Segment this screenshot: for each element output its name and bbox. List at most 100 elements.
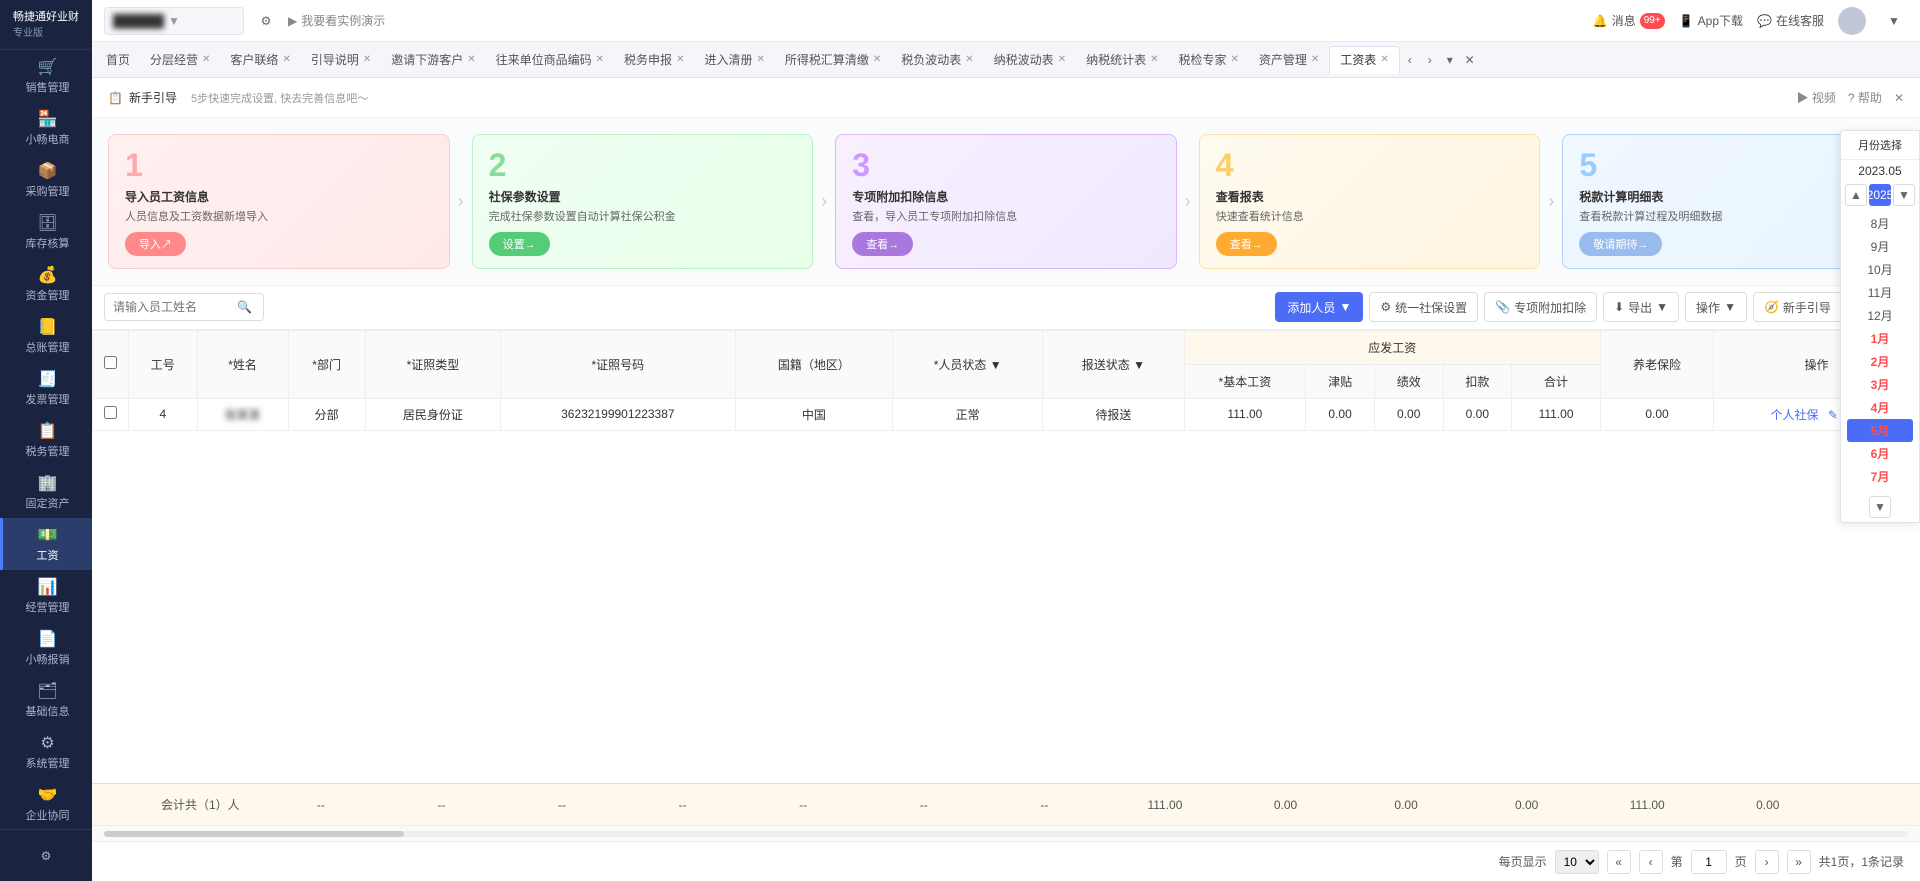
send-status-filter-icon[interactable]: ▼ bbox=[1133, 358, 1145, 372]
tab-invite[interactable]: 邀请下游客户✕ bbox=[381, 46, 485, 74]
tab-income-tax[interactable]: 所得税汇算清缴✕ bbox=[775, 46, 891, 74]
tab-asset-mgmt[interactable]: 资产管理✕ bbox=[1249, 46, 1329, 74]
month-nav-up[interactable]: ▲ bbox=[1845, 184, 1867, 206]
month-9[interactable]: 9月 bbox=[1847, 235, 1913, 258]
month-3[interactable]: 3月 bbox=[1847, 373, 1913, 396]
tab-goods-code-close[interactable]: ✕ bbox=[596, 54, 604, 65]
demo-link[interactable]: ▶ 我要看实例演示 bbox=[288, 12, 385, 29]
tab-register[interactable]: 进入清册✕ bbox=[694, 46, 774, 74]
tab-guide-intro-close[interactable]: ✕ bbox=[363, 54, 371, 65]
tab-register-close[interactable]: ✕ bbox=[756, 54, 764, 65]
tab-goods-code[interactable]: 往来单位商品编码✕ bbox=[486, 46, 614, 74]
tab-contact[interactable]: 客户联络✕ bbox=[220, 46, 300, 74]
sidebar-item-system[interactable]: ⚙系统管理 bbox=[0, 726, 92, 778]
tab-menu-btn[interactable]: ▾ bbox=[1440, 46, 1460, 74]
horizontal-scrollbar[interactable] bbox=[92, 825, 1920, 841]
sidebar-item-assets[interactable]: 🏢固定资产 bbox=[0, 466, 92, 518]
guide-close-btn[interactable]: ✕ bbox=[1894, 91, 1904, 105]
export-dropdown-icon[interactable]: ▼ bbox=[1656, 300, 1668, 314]
operate-btn[interactable]: 操作 ▼ bbox=[1685, 292, 1747, 322]
tab-tax-stats[interactable]: 纳税统计表✕ bbox=[1076, 46, 1168, 74]
tab-tax-expert-close[interactable]: ✕ bbox=[1231, 54, 1239, 65]
tab-tax-report[interactable]: 税务申报✕ bbox=[614, 46, 694, 74]
user-menu-btn[interactable]: ▼ bbox=[1880, 7, 1908, 35]
search-icon[interactable]: 🔍 bbox=[237, 300, 252, 314]
sidebar-item-ledger[interactable]: 📒总账管理 bbox=[0, 310, 92, 362]
sidebar-item-sales[interactable]: 🛒销售管理 bbox=[0, 50, 92, 102]
tab-layered[interactable]: 分层经营✕ bbox=[140, 46, 220, 74]
search-input[interactable] bbox=[113, 300, 233, 314]
month-2[interactable]: 2月 bbox=[1847, 350, 1913, 373]
tab-layered-close[interactable]: ✕ bbox=[202, 54, 210, 65]
month-6[interactable]: 6月 bbox=[1847, 442, 1913, 465]
company-selector[interactable]: ██████ ▼ bbox=[104, 7, 244, 35]
status-filter-icon[interactable]: ▼ bbox=[990, 358, 1002, 372]
tab-tax-wave[interactable]: 纳税波动表✕ bbox=[984, 46, 1076, 74]
row-op-edit[interactable]: ✎ bbox=[1828, 408, 1838, 422]
user-avatar[interactable] bbox=[1838, 7, 1866, 35]
last-page-btn[interactable]: » bbox=[1787, 850, 1811, 874]
step-3-btn[interactable]: 查看→ bbox=[852, 232, 913, 256]
add-employee-btn[interactable]: 添加人员 ▼ bbox=[1275, 292, 1363, 322]
online-service-btn[interactable]: 💬 在线客服 bbox=[1757, 12, 1824, 29]
sidebar-item-collab[interactable]: 🤝企业协同 bbox=[0, 778, 92, 829]
month-5[interactable]: 5月 bbox=[1847, 419, 1913, 442]
tab-tax-burden[interactable]: 税负波动表✕ bbox=[891, 46, 983, 74]
tab-asset-mgmt-close[interactable]: ✕ bbox=[1311, 54, 1319, 65]
month-7[interactable]: 7月 bbox=[1847, 465, 1913, 488]
sidebar-item-basic[interactable]: 🗂基础信息 bbox=[0, 674, 92, 726]
guide-help-btn[interactable]: ? 帮助 bbox=[1848, 89, 1882, 106]
month-panel-nav-down-btn[interactable]: ▼ bbox=[1869, 496, 1891, 518]
month-11[interactable]: 11月 bbox=[1847, 281, 1913, 304]
tab-wage[interactable]: 工资表✕ bbox=[1329, 46, 1399, 74]
guide-video-btn[interactable]: ▶ 视频 bbox=[1797, 89, 1836, 106]
unify-social-btn[interactable]: ⚙ 统一社保设置 bbox=[1369, 292, 1478, 322]
sidebar-settings[interactable]: ⚙ bbox=[0, 829, 92, 881]
tab-tax-stats-close[interactable]: ✕ bbox=[1150, 54, 1158, 65]
month-10[interactable]: 10月 bbox=[1847, 258, 1913, 281]
sidebar-item-finance[interactable]: 💰资金管理 bbox=[0, 258, 92, 310]
sidebar-item-tax[interactable]: 📋税务管理 bbox=[0, 414, 92, 466]
operate-dropdown-icon[interactable]: ▼ bbox=[1724, 300, 1736, 314]
tab-scroll-right[interactable]: › bbox=[1420, 46, 1440, 74]
sidebar-item-inventory[interactable]: 🗄库存核算 bbox=[0, 206, 92, 258]
row-checkbox[interactable] bbox=[104, 406, 117, 419]
prev-page-btn[interactable]: ‹ bbox=[1639, 850, 1663, 874]
step-5-btn[interactable]: 敬请期待→ bbox=[1579, 232, 1662, 256]
step-1-btn[interactable]: 导入↗ bbox=[125, 232, 186, 256]
scrollbar-thumb[interactable] bbox=[104, 831, 404, 837]
add-employee-dropdown-icon[interactable]: ▼ bbox=[1339, 300, 1351, 314]
sidebar-item-operation[interactable]: 📊经营管理 bbox=[0, 570, 92, 622]
tab-home[interactable]: 首页 bbox=[96, 46, 140, 74]
sidebar-item-invoice[interactable]: 🧾发票管理 bbox=[0, 362, 92, 414]
tab-close-all[interactable]: ✕ bbox=[1460, 46, 1480, 74]
select-all-checkbox[interactable] bbox=[104, 356, 117, 369]
step-2-btn[interactable]: 设置→ bbox=[489, 232, 550, 256]
current-page-input[interactable] bbox=[1691, 850, 1727, 874]
tab-tax-expert[interactable]: 税检专家✕ bbox=[1168, 46, 1248, 74]
notification-btn[interactable]: 🔔 消息 99+ bbox=[1593, 12, 1665, 29]
month-12[interactable]: 12月 bbox=[1847, 304, 1913, 327]
export-btn[interactable]: ⬇ 导出 ▼ bbox=[1603, 292, 1679, 322]
month-4[interactable]: 4月 bbox=[1847, 396, 1913, 419]
next-page-btn[interactable]: › bbox=[1755, 850, 1779, 874]
first-page-btn[interactable]: « bbox=[1607, 850, 1631, 874]
month-nav-down[interactable]: ▼ bbox=[1893, 184, 1915, 206]
sidebar-item-report[interactable]: 📄小畅报销 bbox=[0, 622, 92, 674]
extra-deduct-btn[interactable]: 📎 专项附加扣除 bbox=[1484, 292, 1597, 322]
tab-wage-close[interactable]: ✕ bbox=[1380, 54, 1388, 65]
tab-income-tax-close[interactable]: ✕ bbox=[873, 54, 881, 65]
search-box[interactable]: 🔍 bbox=[104, 293, 264, 321]
newbie-guide-btn[interactable]: 🧭 新手引导 bbox=[1753, 292, 1842, 322]
tab-tax-burden-close[interactable]: ✕ bbox=[965, 54, 973, 65]
sidebar-item-ecommerce[interactable]: 🏪小畅电商 bbox=[0, 102, 92, 154]
sidebar-item-wage[interactable]: 💵工资 bbox=[0, 518, 92, 570]
month-1[interactable]: 1月 bbox=[1847, 327, 1913, 350]
tab-guide-intro[interactable]: 引导说明✕ bbox=[301, 46, 381, 74]
tab-invite-close[interactable]: ✕ bbox=[467, 54, 475, 65]
tab-tax-report-close[interactable]: ✕ bbox=[676, 54, 684, 65]
settings-icon-btn[interactable]: ⚙ bbox=[252, 7, 280, 35]
app-download-btn[interactable]: 📱 App下载 bbox=[1679, 12, 1743, 29]
step-4-btn[interactable]: 查看→ bbox=[1216, 232, 1277, 256]
row-op-social[interactable]: 个人社保 bbox=[1771, 408, 1819, 422]
